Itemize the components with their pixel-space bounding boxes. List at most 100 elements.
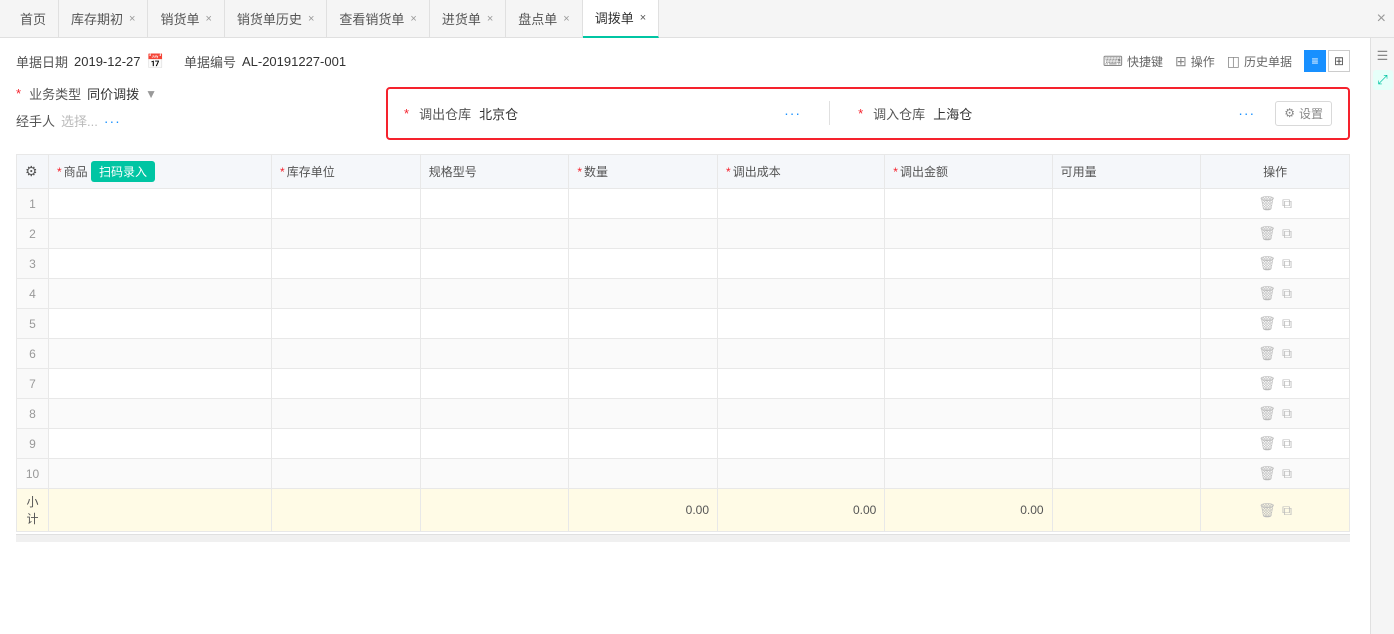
row-available[interactable] — [1052, 189, 1201, 219]
row-transfer-cost[interactable] — [718, 459, 885, 489]
operations-button[interactable]: ⊞ 操作 — [1175, 53, 1215, 70]
close-tab-transfer-order[interactable]: × — [640, 12, 646, 24]
row-quantity[interactable] — [569, 369, 718, 399]
row-available[interactable] — [1052, 339, 1201, 369]
row-transfer-cost[interactable] — [718, 339, 885, 369]
row-product[interactable] — [49, 309, 272, 339]
row-product[interactable] — [49, 459, 272, 489]
close-tab-sales-history[interactable]: × — [308, 13, 314, 25]
row-unit[interactable] — [272, 249, 421, 279]
row-product[interactable] — [49, 369, 272, 399]
delete-row-icon[interactable]: 🗑 — [1258, 285, 1276, 302]
row-quantity[interactable] — [569, 339, 718, 369]
row-transfer-cost[interactable] — [718, 399, 885, 429]
column-settings[interactable]: ⚙ — [17, 155, 49, 189]
row-unit[interactable] — [272, 219, 421, 249]
row-unit[interactable] — [272, 429, 421, 459]
tab-purchase-order[interactable]: 进货单 × — [430, 0, 506, 38]
copy-row-icon[interactable]: ⧉ — [1282, 345, 1292, 362]
row-quantity[interactable] — [569, 399, 718, 429]
row-quantity[interactable] — [569, 459, 718, 489]
tab-transfer-order[interactable]: 调拨单 × — [583, 0, 659, 38]
horizontal-scrollbar[interactable] — [16, 534, 1350, 542]
row-transfer-cost[interactable] — [718, 249, 885, 279]
row-spec[interactable] — [420, 369, 569, 399]
delete-row-icon[interactable]: 🗑 — [1258, 315, 1276, 332]
row-product[interactable] — [49, 279, 272, 309]
delete-row-icon[interactable]: 🗑 — [1258, 225, 1276, 242]
row-unit[interactable] — [272, 339, 421, 369]
row-spec[interactable] — [420, 459, 569, 489]
row-available[interactable] — [1052, 219, 1201, 249]
delete-row-icon[interactable]: 🗑 — [1258, 195, 1276, 212]
row-available[interactable] — [1052, 399, 1201, 429]
tab-inventory-init[interactable]: 库存期初 × — [59, 0, 148, 38]
row-transfer-amount[interactable] — [885, 219, 1052, 249]
shortcuts-button[interactable]: ⌨ 快捷键 — [1103, 53, 1163, 70]
row-quantity[interactable] — [569, 279, 718, 309]
row-available[interactable] — [1052, 279, 1201, 309]
row-quantity[interactable] — [569, 309, 718, 339]
row-spec[interactable] — [420, 249, 569, 279]
row-transfer-cost[interactable] — [718, 369, 885, 399]
copy-row-icon[interactable]: ⧉ — [1282, 465, 1292, 482]
delete-row-icon[interactable]: 🗑 — [1258, 465, 1276, 482]
row-quantity[interactable] — [569, 189, 718, 219]
row-transfer-amount[interactable] — [885, 279, 1052, 309]
row-unit[interactable] — [272, 399, 421, 429]
tab-sales-order[interactable]: 销货单 × — [148, 0, 224, 38]
warehouse-in-more-icon[interactable]: ··· — [1238, 105, 1255, 121]
row-available[interactable] — [1052, 249, 1201, 279]
row-transfer-amount[interactable] — [885, 459, 1052, 489]
row-product[interactable] — [49, 219, 272, 249]
row-spec[interactable] — [420, 219, 569, 249]
row-spec[interactable] — [420, 189, 569, 219]
copy-row-icon[interactable]: ⧉ — [1282, 255, 1292, 272]
history-button[interactable]: ◫ 历史单据 — [1227, 53, 1292, 70]
copy-row-icon[interactable]: ⧉ — [1282, 375, 1292, 392]
copy-row-icon[interactable]: ⧉ — [1282, 405, 1292, 422]
row-product[interactable] — [49, 399, 272, 429]
row-available[interactable] — [1052, 309, 1201, 339]
copy-row-icon[interactable]: ⧉ — [1282, 285, 1292, 302]
row-transfer-amount[interactable] — [885, 369, 1052, 399]
copy-row-icon[interactable]: ⧉ — [1282, 195, 1292, 212]
row-transfer-amount[interactable] — [885, 429, 1052, 459]
delete-row-icon[interactable]: 🗑 — [1258, 345, 1276, 362]
delete-row-icon[interactable]: 🗑 — [1258, 255, 1276, 272]
row-transfer-amount[interactable] — [885, 399, 1052, 429]
row-product[interactable] — [49, 339, 272, 369]
row-transfer-cost[interactable] — [718, 309, 885, 339]
row-unit[interactable] — [272, 459, 421, 489]
scan-entry-button[interactable]: 扫码录入 — [91, 161, 155, 182]
row-transfer-cost[interactable] — [718, 219, 885, 249]
delete-row-icon[interactable]: 🗑 — [1258, 375, 1276, 392]
delete-row-icon[interactable]: 🗑 — [1258, 435, 1276, 452]
copy-row-icon[interactable]: ⧉ — [1282, 315, 1292, 332]
row-spec[interactable] — [420, 339, 569, 369]
handler-more-icon[interactable]: ··· — [104, 113, 121, 129]
row-unit[interactable] — [272, 309, 421, 339]
calendar-icon[interactable]: 📅 — [147, 53, 164, 70]
tab-inventory-check[interactable]: 盘点单 × — [506, 0, 582, 38]
row-spec[interactable] — [420, 399, 569, 429]
row-quantity[interactable] — [569, 249, 718, 279]
tab-sales-history[interactable]: 销货单历史 × — [225, 0, 327, 38]
close-tab-inventory-init[interactable]: × — [129, 13, 135, 25]
row-transfer-amount[interactable] — [885, 309, 1052, 339]
copy-row-icon[interactable]: ⧉ — [1282, 435, 1292, 452]
sidebar-expand-icon[interactable]: ⤢ — [1373, 70, 1393, 90]
close-tab-purchase-order[interactable]: × — [487, 13, 493, 25]
settings-button[interactable]: ⚙ 设置 — [1275, 101, 1332, 126]
row-available[interactable] — [1052, 429, 1201, 459]
sidebar-list-icon[interactable]: ☰ — [1373, 46, 1393, 66]
row-transfer-amount[interactable] — [885, 249, 1052, 279]
list-view-button[interactable]: ≡ — [1304, 50, 1326, 72]
close-all-tabs-button[interactable]: × — [1377, 10, 1386, 28]
row-quantity[interactable] — [569, 429, 718, 459]
row-unit[interactable] — [272, 369, 421, 399]
row-spec[interactable] — [420, 309, 569, 339]
row-quantity[interactable] — [569, 219, 718, 249]
subtotal-delete-icon[interactable]: 🗑 — [1258, 502, 1276, 519]
row-spec[interactable] — [420, 429, 569, 459]
